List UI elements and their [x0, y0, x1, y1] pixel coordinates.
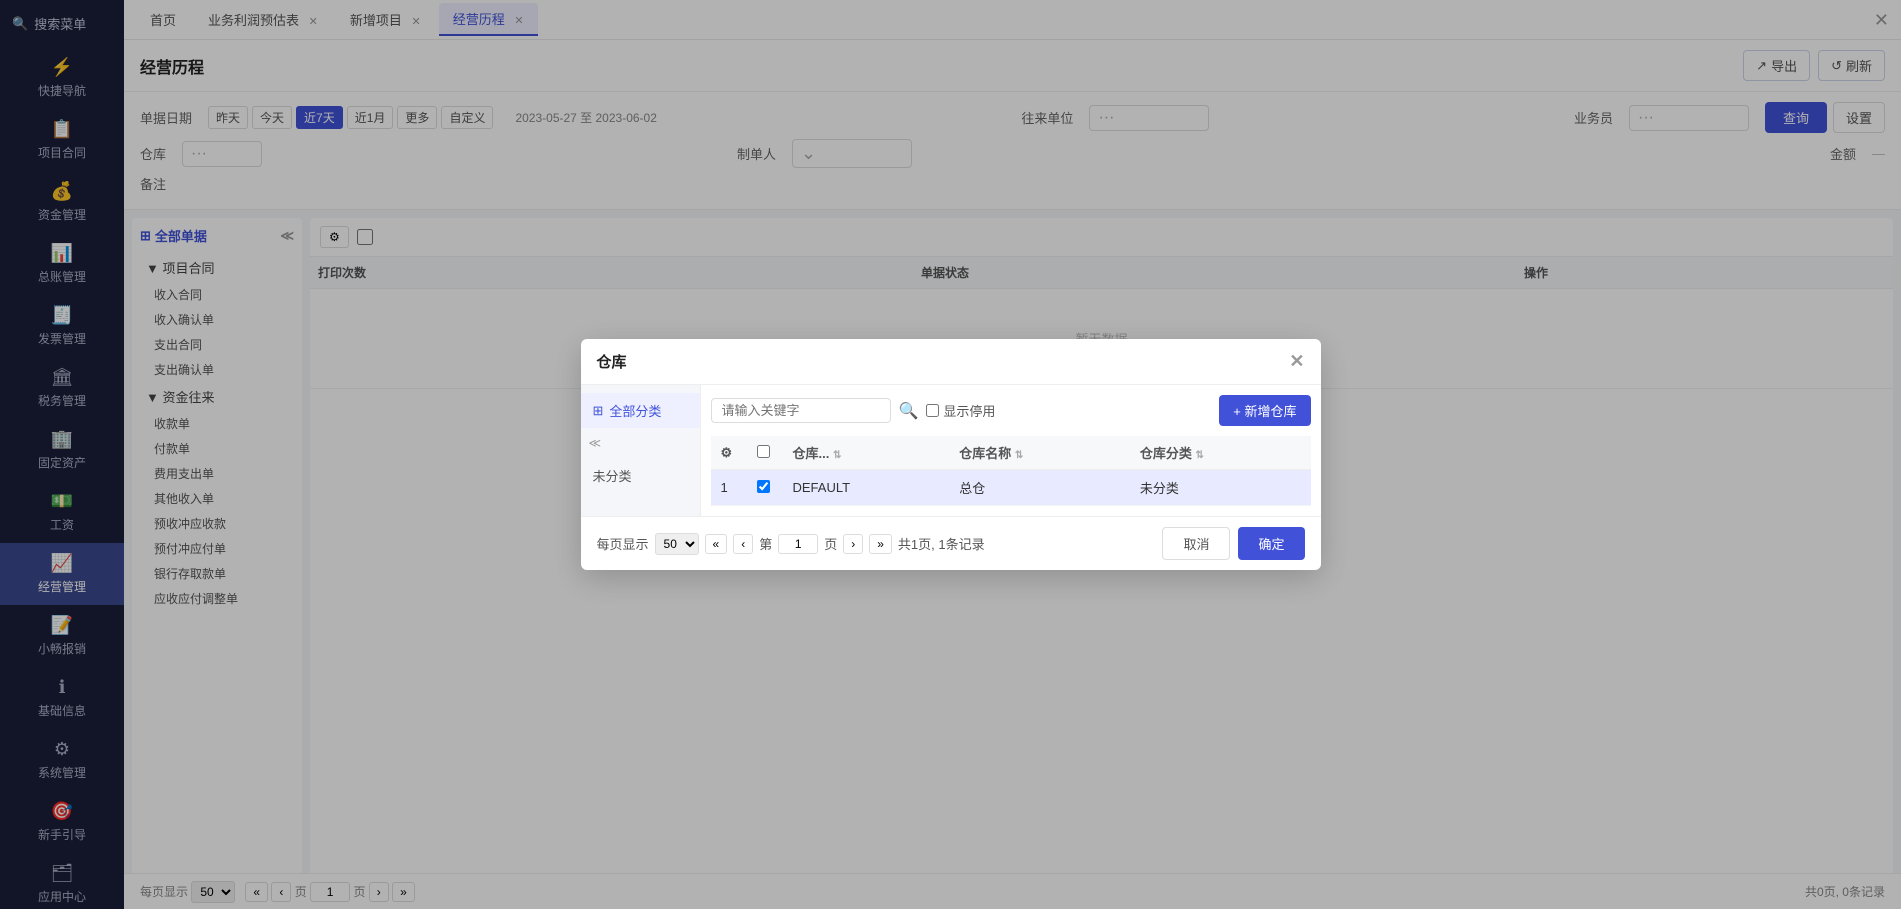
show-disabled-checkbox[interactable]	[926, 404, 939, 417]
col-code: 仓库... ⇅	[783, 436, 950, 470]
modal-page-label2: 页	[824, 534, 837, 553]
warehouse-modal: 仓库 ✕ ⊞ 全部分类 ≪ 未分类 🔍	[581, 339, 1321, 570]
row-code: DEFAULT	[783, 470, 950, 506]
modal-right-panel: 🔍 显示停用 + 新增仓库 ⚙	[701, 385, 1321, 516]
row-checkbox[interactable]	[747, 470, 783, 506]
sort-icon-name: ⇅	[1015, 450, 1023, 461]
modal-action-buttons: 取消 确定	[1162, 527, 1304, 560]
modal-overlay: 仓库 ✕ ⊞ 全部分类 ≪ 未分类 🔍	[0, 0, 1901, 909]
modal-title: 仓库	[597, 351, 627, 372]
row-name: 总仓	[949, 470, 1130, 506]
modal-uncategorized[interactable]: 未分类	[581, 458, 700, 493]
row-category: 未分类	[1130, 470, 1311, 506]
modal-table: ⚙ 仓库... ⇅ 仓库名称 ⇅	[711, 436, 1311, 506]
row-select-checkbox[interactable]	[757, 480, 770, 493]
modal-search-input[interactable]	[711, 398, 891, 423]
modal-body: ⊞ 全部分类 ≪ 未分类 🔍 显示停用 + 新增仓库	[581, 385, 1321, 516]
sort-icon-category: ⇅	[1195, 450, 1203, 461]
modal-page-label: 第	[759, 534, 772, 553]
modal-total: 共1页, 1条记录	[898, 534, 985, 553]
modal-collapse-btn[interactable]: ≪	[581, 428, 700, 458]
add-warehouse-button[interactable]: + 新增仓库	[1219, 395, 1310, 426]
modal-header: 仓库 ✕	[581, 339, 1321, 385]
show-disabled-toggle: 显示停用	[926, 401, 995, 420]
col-checkbox	[747, 436, 783, 470]
modal-prev-page[interactable]: ‹	[733, 534, 753, 554]
modal-first-page[interactable]: «	[705, 534, 728, 554]
sort-icon-code: ⇅	[833, 450, 841, 461]
grid-icon2: ⊞	[593, 403, 604, 419]
col-gear: ⚙	[711, 436, 747, 470]
modal-close-button[interactable]: ✕	[1289, 351, 1304, 372]
modal-per-page-select[interactable]: 50	[655, 533, 699, 555]
modal-next-page[interactable]: ›	[843, 534, 863, 554]
table-row[interactable]: 1 DEFAULT 总仓 未分类	[711, 470, 1311, 506]
modal-search-button[interactable]: 🔍	[899, 401, 919, 421]
modal-footer: 每页显示 50 « ‹ 第 页 › » 共1页, 1条记录 取消 确定	[581, 516, 1321, 570]
modal-table-container: ⚙ 仓库... ⇅ 仓库名称 ⇅	[711, 436, 1311, 506]
modal-toolbar: 🔍 显示停用 + 新增仓库	[711, 395, 1311, 426]
col-category: 仓库分类 ⇅	[1130, 436, 1311, 470]
modal-page-input[interactable]	[778, 534, 818, 554]
modal-category-all[interactable]: ⊞ 全部分类	[581, 393, 700, 428]
modal-left-panel: ⊞ 全部分类 ≪ 未分类	[581, 385, 701, 516]
modal-confirm-button[interactable]: 确定	[1238, 527, 1304, 560]
modal-select-all[interactable]	[757, 445, 770, 458]
col-name: 仓库名称 ⇅	[949, 436, 1130, 470]
modal-pagination: 每页显示 50 « ‹ 第 页 › » 共1页, 1条记录	[597, 533, 985, 555]
modal-last-page[interactable]: »	[869, 534, 892, 554]
modal-cancel-button[interactable]: 取消	[1162, 527, 1230, 560]
row-index: 1	[711, 470, 747, 506]
